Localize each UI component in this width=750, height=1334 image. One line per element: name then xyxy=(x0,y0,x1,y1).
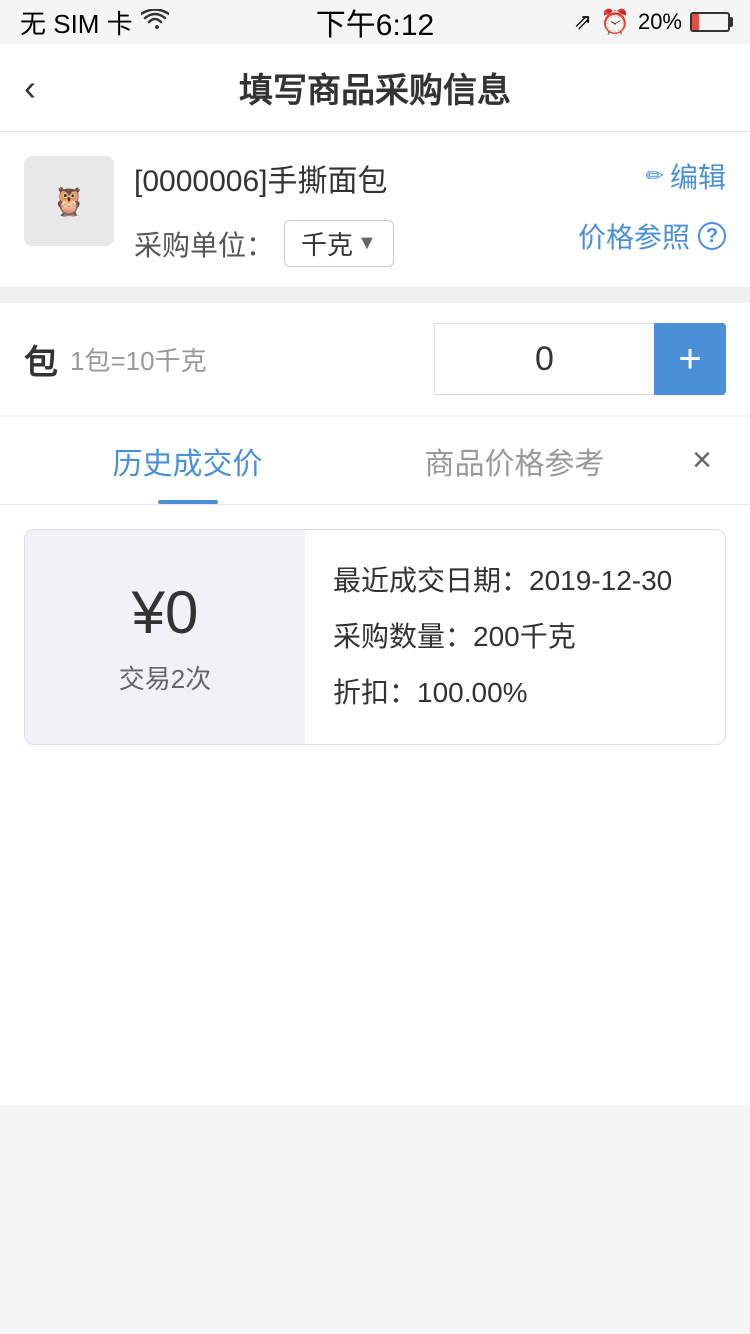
unit-value: 千克 xyxy=(301,225,353,262)
price-card-left: ¥0 交易2次 xyxy=(25,530,305,744)
discount-value: 100.00% xyxy=(417,677,528,708)
page-title: 填写商品采购信息 xyxy=(239,63,511,112)
tab-product-price[interactable]: 商品价格参考 xyxy=(351,417,678,504)
product-info: [0000006]手撕面包 采购单位： 千克 ▼ xyxy=(134,156,394,267)
tab-active-indicator xyxy=(158,500,218,504)
unit-arrow-icon: ▼ xyxy=(357,232,377,255)
quantity-unit: 包 xyxy=(24,335,58,384)
edit-button[interactable]: ✏ 编辑 xyxy=(646,156,726,196)
quantity-plus-button[interactable]: + xyxy=(654,323,726,395)
tab-product-label: 商品价格参考 xyxy=(425,439,605,483)
product-unit-row: 采购单位： 千克 ▼ xyxy=(134,220,394,267)
battery-pct: 20% xyxy=(638,9,682,35)
location-icon: ⇗ xyxy=(574,9,592,35)
tab-history-label: 历史成交价 xyxy=(113,439,263,483)
alarm-icon: ⏰ xyxy=(600,8,630,37)
product-thumb-icon: 🦉 xyxy=(52,185,87,218)
price-card-right: 最近成交日期：2019-12-30 采购数量：200千克 折扣：100.00% xyxy=(305,530,725,744)
nav-bar: ‹ 填写商品采购信息 xyxy=(0,44,750,132)
wifi-icon xyxy=(141,7,169,38)
price-card-container: ¥0 交易2次 最近成交日期：2019-12-30 采购数量：200千克 折扣：… xyxy=(0,505,750,769)
edit-icon: ✏ xyxy=(646,163,664,189)
unit-select[interactable]: 千克 ▼ xyxy=(284,220,394,267)
section-divider xyxy=(0,287,750,303)
status-right: ⇗ ⏰ 20% xyxy=(574,8,730,37)
price-ref-icon: ? xyxy=(698,222,726,250)
product-thumbnail: 🦉 xyxy=(24,156,114,246)
price-symbol: ¥ xyxy=(132,579,165,646)
product-top: 🦉 [0000006]手撕面包 采购单位： 千克 ▼ ✏ 编辑 价格参照 xyxy=(24,156,726,267)
quantity-input[interactable]: 0 xyxy=(434,323,654,395)
tabs-section: 历史成交价 商品价格参考 × ¥0 交易2次 最近成交日期：2019-12-30 xyxy=(0,417,750,1105)
price-ref-label: 价格参照 xyxy=(578,216,690,256)
battery-icon xyxy=(690,12,730,32)
price-ref-button[interactable]: 价格参照 ? xyxy=(578,216,726,256)
quantity-input-row: 0 + xyxy=(434,323,726,395)
trade-count: 交易2次 xyxy=(119,659,211,696)
quantity-conversion: 1包=10千克 xyxy=(70,341,207,378)
carrier-label: 无 SIM 卡 xyxy=(20,4,133,41)
price-card: ¥0 交易2次 最近成交日期：2019-12-30 采购数量：200千克 折扣：… xyxy=(24,529,726,745)
product-right-col: ✏ 编辑 价格参照 ? xyxy=(578,156,726,256)
quantity-value: 0 xyxy=(535,340,554,379)
product-section: 🦉 [0000006]手撕面包 采购单位： 千克 ▼ ✏ 编辑 价格参照 xyxy=(0,132,750,287)
tab-content: ¥0 交易2次 最近成交日期：2019-12-30 采购数量：200千克 折扣：… xyxy=(0,505,750,1105)
product-name: [0000006]手撕面包 xyxy=(134,156,394,200)
tab-history-price[interactable]: 历史成交价 xyxy=(24,417,351,504)
quantity-section: 包 1包=10千克 0 + xyxy=(0,303,750,415)
purchase-qty-label: 采购数量： xyxy=(333,621,473,652)
recent-date-label: 最近成交日期： xyxy=(333,565,529,596)
price-display: ¥0 xyxy=(132,578,199,647)
status-bar: 无 SIM 卡 下午6:12 ⇗ ⏰ 20% xyxy=(0,0,750,44)
back-button[interactable]: ‹ xyxy=(24,67,36,109)
recent-date-value: 2019-12-30 xyxy=(529,565,672,596)
edit-label: 编辑 xyxy=(670,156,726,196)
purchase-qty-value: 200千克 xyxy=(473,621,576,652)
purchase-qty-row: 采购数量：200千克 xyxy=(333,616,697,658)
status-time: 下午6:12 xyxy=(316,0,434,44)
discount-row: 折扣：100.00% xyxy=(333,672,697,714)
product-left: 🦉 [0000006]手撕面包 采购单位： 千克 ▼ xyxy=(24,156,394,267)
discount-label: 折扣： xyxy=(333,677,417,708)
recent-date-row: 最近成交日期：2019-12-30 xyxy=(333,560,697,602)
quantity-label: 包 1包=10千克 xyxy=(24,335,207,384)
status-left: 无 SIM 卡 xyxy=(20,4,169,41)
unit-label: 采购单位： xyxy=(134,224,274,264)
price-amount-value: 0 xyxy=(165,579,198,646)
tabs-header: 历史成交价 商品价格参考 × xyxy=(0,417,750,505)
tab-close-button[interactable]: × xyxy=(678,437,726,485)
